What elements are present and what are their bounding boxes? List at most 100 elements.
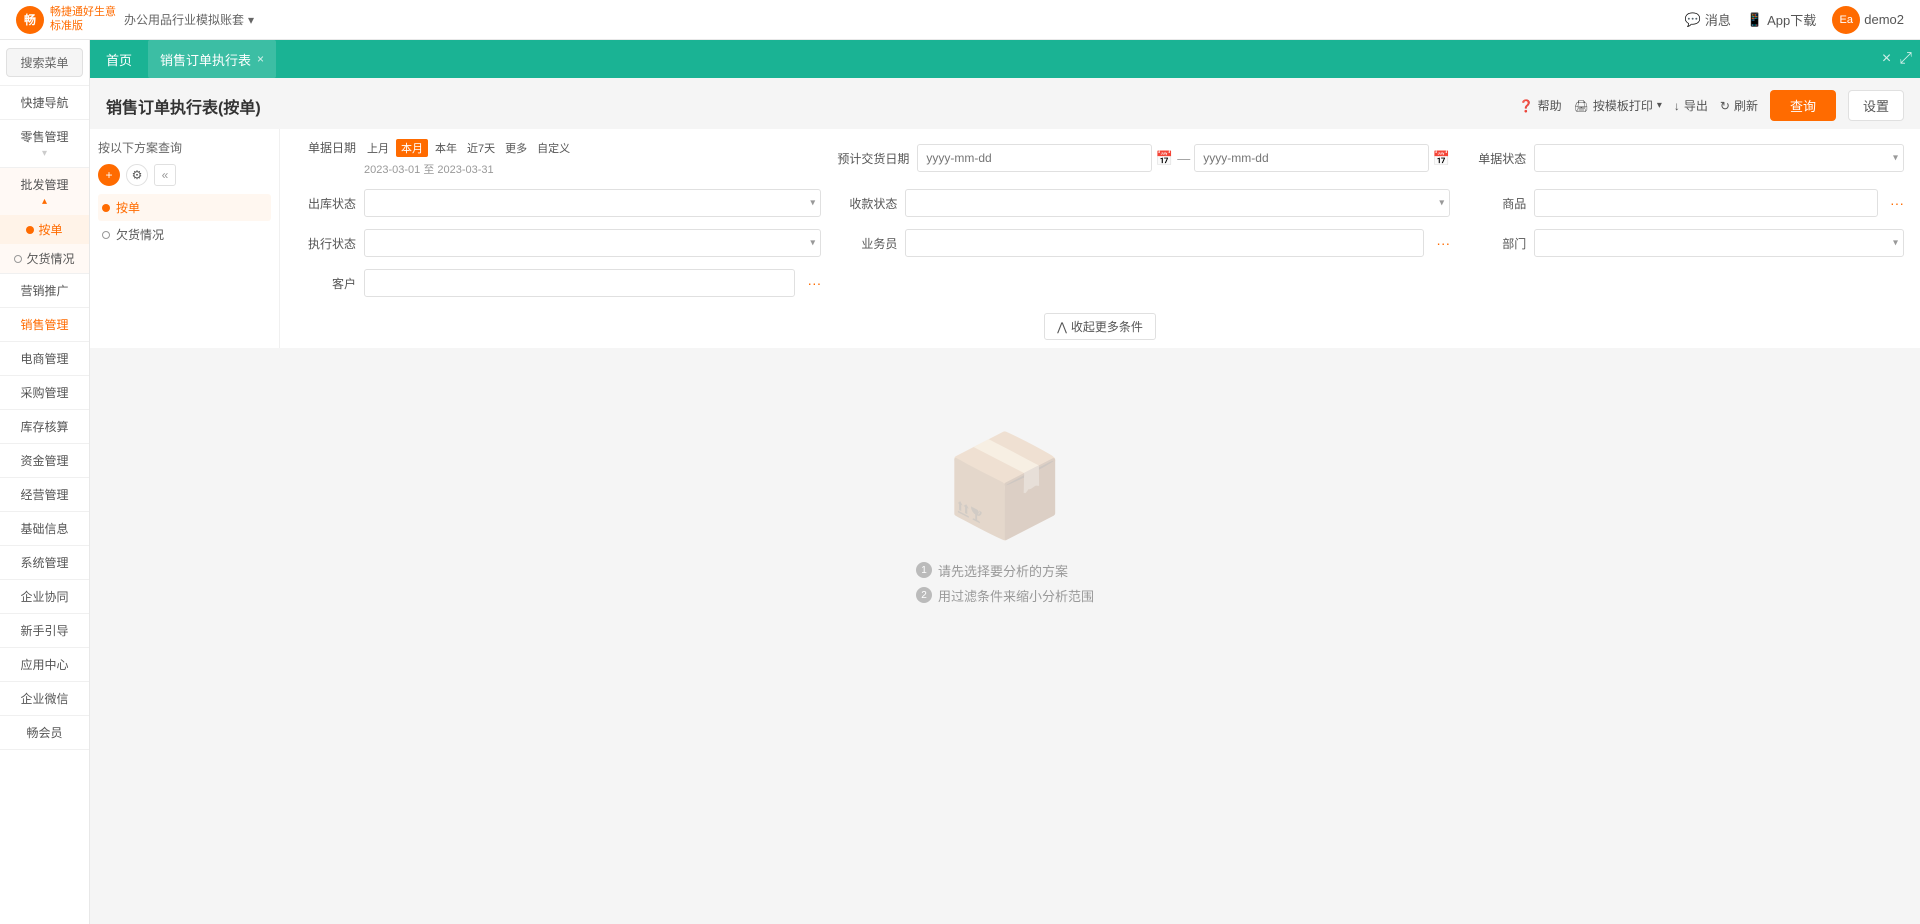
customer-label: 客户 (296, 275, 356, 292)
salesperson-dots[interactable]: ··· (1436, 235, 1450, 251)
sidebar-item-purchase[interactable]: 采购管理 (0, 376, 89, 409)
page-title: 销售订单执行表(按单) (106, 94, 261, 118)
help-button[interactable]: ❓ 帮助 (1519, 97, 1562, 114)
collapse-sidebar-button[interactable]: « (154, 164, 176, 186)
scheme-active-dot (102, 204, 110, 212)
sidebar-item-marketing[interactable]: 营销推广 (0, 274, 89, 307)
basic-label: 基础信息 (20, 520, 68, 537)
inventory-label: 库存核算 (20, 418, 68, 435)
date-label: 单据日期 (296, 139, 356, 156)
sidebar-item-wechat[interactable]: 企业微信 (0, 682, 89, 715)
sidebar-item-finance[interactable]: 资金管理 (0, 444, 89, 477)
sidebar-item-system[interactable]: 系统管理 (0, 546, 89, 579)
delivery-status-field: 出库状态 ▾ (296, 189, 821, 217)
message-button[interactable]: 💬 消息 (1685, 10, 1731, 29)
sidebar-item-collab[interactable]: 企业协同 (0, 580, 89, 613)
appcenter-label: 应用中心 (20, 656, 68, 673)
salesperson-input[interactable] (905, 229, 1424, 257)
sidebar-item-operations[interactable]: 经营管理 (0, 478, 89, 511)
tab-close-button[interactable]: × (257, 52, 264, 66)
expected-date-end[interactable] (1194, 144, 1429, 172)
customer-dots[interactable]: ··· (807, 275, 821, 291)
scheme-item-order[interactable]: 按单 (98, 194, 271, 221)
date-tab-this-year[interactable]: 本年 (432, 139, 460, 157)
collapse-filter-button[interactable]: ⋀ 收起更多条件 (1044, 313, 1156, 340)
query-button[interactable]: 查询 (1770, 90, 1836, 121)
print-button[interactable]: 🖨 按模板打印 ▾ (1574, 97, 1662, 114)
dept-label: 部门 (1466, 235, 1526, 252)
empty-state: 📦 1 请先选择要分析的方案 2 用过滤条件来缩小分析范围 (90, 348, 1920, 691)
filter-row-4: 客户 ··· (296, 269, 1904, 297)
sidebar-item-inventory[interactable]: 库存核算 (0, 410, 89, 443)
date-tab-7days[interactable]: 近7天 (464, 139, 498, 157)
app-download-button[interactable]: 📱 App下载 (1747, 10, 1816, 29)
sidebar-item-ecommerce[interactable]: 电商管理 (0, 342, 89, 375)
sidebar-item-member[interactable]: 畅会员 (0, 716, 89, 749)
sidebar-item-wholesale[interactable]: 批发管理 ▴ (0, 168, 89, 215)
doc-status-select[interactable] (1534, 144, 1904, 172)
sidebar-item-retail[interactable]: 零售管理 ▾ (0, 120, 89, 167)
date-tab-more[interactable]: 更多 (502, 139, 530, 157)
payment-status-select[interactable] (905, 189, 1450, 217)
expected-date-start[interactable] (917, 144, 1152, 172)
date-field-group: 单据日期 上月 本月 本年 近7天 更多 自定义 (296, 139, 821, 177)
dept-select[interactable] (1534, 229, 1904, 257)
refresh-button[interactable]: ↻ 刷新 (1720, 97, 1758, 114)
scheme-dot (102, 231, 110, 239)
date-tab-this-month[interactable]: 本月 (396, 139, 428, 157)
product-input[interactable] (1534, 189, 1878, 217)
export-icon: ↓ (1674, 99, 1680, 113)
filter-actions-row: ⋀ 收起更多条件 (296, 309, 1904, 348)
sidebar-item-guide[interactable]: 新手引导 (0, 614, 89, 647)
delivery-status-select[interactable] (364, 189, 821, 217)
customer-input[interactable] (364, 269, 795, 297)
add-scheme-button[interactable]: + (98, 164, 120, 186)
tab-home[interactable]: 首页 (90, 40, 148, 78)
export-button[interactable]: ↓ 导出 (1674, 97, 1708, 114)
exec-status-wrap: ▾ (364, 229, 821, 257)
doc-status-select-wrap: ▾ (1534, 144, 1904, 172)
tab-maximize-button[interactable]: ⤢ (1899, 50, 1912, 68)
sidebar-retail-section: 零售管理 ▾ (0, 120, 89, 168)
product-dots[interactable]: ··· (1890, 195, 1904, 211)
sidebar-system-section: 系统管理 (0, 546, 89, 580)
page-actions: ❓ 帮助 🖨 按模板打印 ▾ ↓ 导出 (1519, 90, 1904, 121)
sidebar-item-shortcut[interactable]: 快捷导航 (0, 86, 89, 119)
sidebar-search-button[interactable]: 搜索菜单 (6, 48, 83, 77)
sidebar-item-basic[interactable]: 基础信息 (0, 512, 89, 545)
tab-current[interactable]: 销售订单执行表 × (148, 40, 276, 78)
settings-scheme-button[interactable]: ⚙ (126, 164, 148, 186)
scheme-item-debt[interactable]: 欠货情况 (98, 221, 271, 248)
sidebar-item-appcenter[interactable]: 应用中心 (0, 648, 89, 681)
date-tab-last-month[interactable]: 上月 (364, 139, 392, 157)
sidebar-sub-item-order[interactable]: 按单 (0, 215, 89, 244)
sidebar-sub-item-debt[interactable]: 欠货情况 (0, 244, 89, 273)
refresh-icon: ↻ (1720, 99, 1730, 113)
sidebar-wechat-section: 企业微信 (0, 682, 89, 716)
expected-date-label: 预计交货日期 (837, 150, 909, 167)
collapse-icon: ⋀ (1057, 320, 1067, 334)
avatar: Ea (1832, 6, 1860, 34)
tab-bar: 首页 销售订单执行表 × × ⤢ (90, 40, 1920, 78)
dept-wrap: ▾ (1534, 229, 1904, 257)
page-header: 销售订单执行表(按单) ❓ 帮助 🖨 按模板打印 ▾ (90, 78, 1920, 121)
sidebar-item-sales[interactable]: 销售管理 (0, 308, 89, 341)
date-tab-custom[interactable]: 自定义 (534, 139, 573, 157)
logo-area: 畅 畅捷通好生意 标准版 (16, 6, 116, 34)
exec-status-select[interactable] (364, 229, 821, 257)
tab-close-window-button[interactable]: × (1882, 50, 1891, 68)
collab-label: 企业协同 (20, 588, 68, 605)
user-profile[interactable]: Ea demo2 (1832, 6, 1904, 34)
settings-button[interactable]: 设置 (1848, 90, 1904, 121)
ecommerce-label: 电商管理 (20, 350, 68, 367)
breadcrumb: 办公用品行业模拟账套 ▾ (124, 11, 254, 28)
sidebar-collab-section: 企业协同 (0, 580, 89, 614)
doc-status-field: 单据状态 ▾ (1466, 144, 1904, 172)
shortcut-label: 快捷导航 (20, 94, 68, 111)
filter-scheme-title: 按以下方案查询 (98, 139, 271, 156)
filter-fields: 单据日期 上月 本月 本年 近7天 更多 自定义 (280, 129, 1920, 348)
filter-row-3: 执行状态 ▾ 业务员 (296, 229, 1904, 257)
sidebar-sales-section: 销售管理 (0, 308, 89, 342)
dept-field: 部门 ▾ (1466, 229, 1904, 257)
date-range-text: 2023-03-01 至 2023-03-31 (364, 161, 821, 177)
